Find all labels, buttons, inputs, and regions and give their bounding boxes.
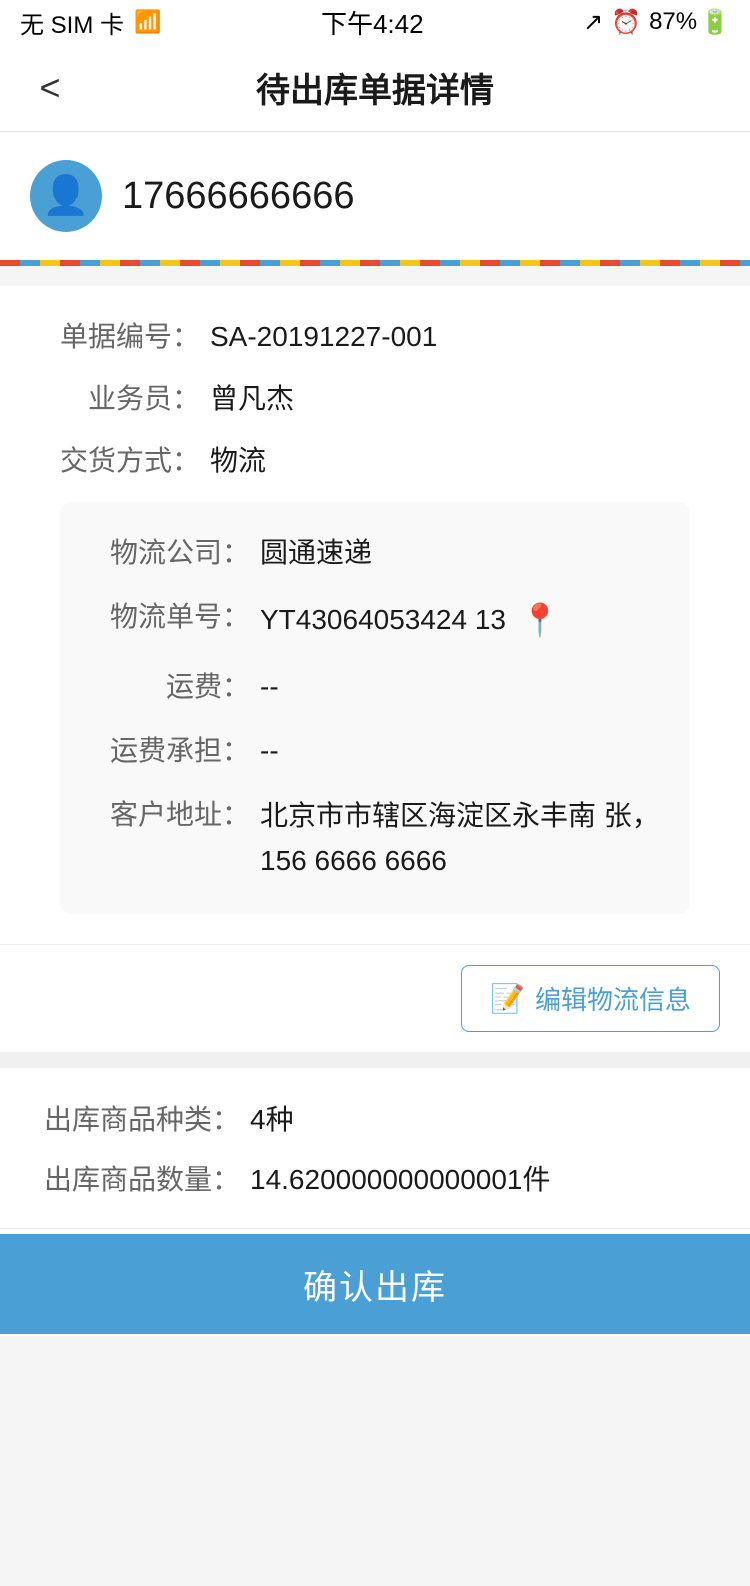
customer-phone: 17666666666 [122,175,354,218]
alarm-icon: ⏰ [611,8,641,37]
confirm-outbound-button[interactable]: 确认出库 [0,1234,750,1334]
address-row: 客户地址： 北京市市辖区海淀区永丰南 张，156 6666 6666 [90,794,660,884]
tracking-number-label: 物流单号： [90,596,250,638]
location-pin-icon[interactable]: 📍 [520,596,560,644]
battery-percent: 87% [649,8,697,36]
freight-bearer-row: 运费承担： -- [90,730,660,772]
goods-quantity-value: 14.620000000000001件 [250,1158,551,1198]
goods-quantity-row: 出库商品数量： 14.620000000000001件 [40,1158,710,1198]
wifi-icon: 📶 [134,9,161,35]
section-separator-1 [0,1052,750,1068]
logistics-card: 物流公司： 圆通速递 物流单号： YT43064053424 13 📍 运费： … [60,502,690,914]
dashed-divider [0,260,750,266]
address-value: 北京市市辖区海淀区永丰南 张，156 6666 6666 [260,794,660,884]
sales-person-row: 业务员： 曾凡杰 [40,378,710,420]
confirm-btn-label: 确认出库 [303,1260,447,1309]
delivery-method-label: 交货方式： [40,440,200,482]
avatar: 👤 [30,160,102,232]
battery-indicator: 87% 🔋 [649,8,730,37]
delivery-method-value: 物流 [210,440,710,482]
goods-category-value: 4种 [250,1098,294,1138]
status-bar: 无 SIM 卡 📶 下午4:42 ↗ ⏰ 87% 🔋 [0,0,750,44]
edit-logistics-label: 编辑物流信息 [535,980,691,1017]
goods-category-row: 出库商品种类： 4种 [40,1098,710,1138]
customer-section: 👤 17666666666 [0,132,750,260]
goods-category-label: 出库商品种类： [40,1098,240,1138]
status-left: 无 SIM 卡 📶 [20,5,161,40]
sales-person-value: 曾凡杰 [210,378,710,420]
document-number-value: SA-20191227-001 [210,316,710,358]
location-icon: ↗ [583,8,603,37]
back-button[interactable]: < [28,66,72,110]
empty-space [0,1336,750,1586]
edit-logistics-button[interactable]: 📝 编辑物流信息 [461,965,720,1032]
carrier-label: 无 SIM 卡 [20,5,124,40]
tracking-number-row: 物流单号： YT43064053424 13 📍 [90,596,660,644]
back-chevron-icon: < [39,67,60,109]
logistics-company-value: 圆通速递 [260,532,660,574]
status-right: ↗ ⏰ 87% 🔋 [583,8,730,37]
page-title: 待出库单据详情 [256,63,494,112]
status-time: 下午4:42 [321,4,424,41]
goods-section: 出库商品种类： 4种 出库商品数量： 14.620000000000001件 [0,1068,750,1228]
goods-quantity-label: 出库商品数量： [40,1158,240,1198]
document-number-row: 单据编号： SA-20191227-001 [40,316,710,358]
battery-icon: 🔋 [700,8,730,37]
navigation-bar: < 待出库单据详情 [0,44,750,132]
address-label: 客户地址： [90,794,250,836]
freight-row: 运费： -- [90,666,660,708]
freight-value: -- [260,666,660,708]
freight-bearer-value: -- [260,730,660,772]
document-number-label: 单据编号： [40,316,200,358]
person-icon: 👤 [42,174,89,218]
logistics-company-row: 物流公司： 圆通速递 [90,532,660,574]
order-info-section: 单据编号： SA-20191227-001 业务员： 曾凡杰 交货方式： 物流 … [0,286,750,944]
freight-label: 运费： [90,666,250,708]
edit-icon: 📝 [490,982,525,1015]
freight-bearer-label: 运费承担： [90,730,250,772]
tracking-number-value: YT43064053424 13 📍 [260,596,660,644]
edit-logistics-row: 📝 编辑物流信息 [0,944,750,1052]
delivery-method-row: 交货方式： 物流 [40,440,710,482]
logistics-company-label: 物流公司： [90,532,250,574]
sales-person-label: 业务员： [40,378,200,420]
